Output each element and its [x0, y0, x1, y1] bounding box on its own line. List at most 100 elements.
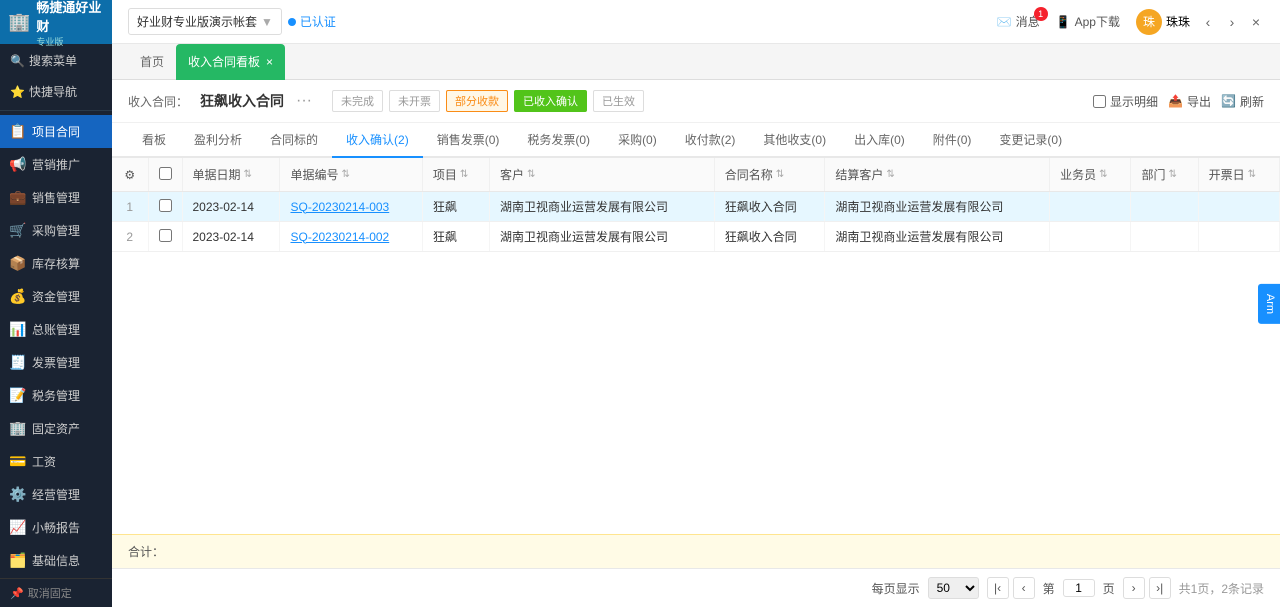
sidebar-item-sales[interactable]: 💼 销售管理 [0, 181, 112, 214]
search-menu[interactable]: 🔍 搜索菜单 [0, 44, 112, 77]
row-check[interactable] [148, 192, 182, 222]
col-project[interactable]: 项目⇅ [422, 158, 489, 192]
sidebar-item-capital[interactable]: 💰 资金管理 [0, 280, 112, 313]
per-page-label: 每页显示 [872, 580, 920, 597]
tab-subject[interactable]: 合同标的 [256, 123, 332, 158]
tab-changes[interactable]: 变更记录(0) [985, 123, 1076, 158]
sort-contract-icon: ⇅ [776, 169, 784, 180]
show-detail-input[interactable] [1093, 95, 1106, 108]
quick-nav[interactable]: ⭐ 快捷导航 [0, 77, 112, 106]
arm-button[interactable]: Arm [1258, 283, 1280, 323]
tab-attachment[interactable]: 附件(0) [919, 123, 986, 158]
table-row[interactable]: 2 2023-02-14 SQ-20230214-002 狂飙 湖南卫视商业运营… [112, 222, 1280, 252]
col-contract[interactable]: 合同名称⇅ [714, 158, 825, 192]
purchase-icon: 🛒 [10, 223, 26, 239]
prev-page-button[interactable]: ‹ [1013, 577, 1035, 599]
capital-icon: 💰 [10, 289, 26, 305]
tab-sales-invoice[interactable]: 销售发票(0) [423, 123, 514, 158]
row-result-customer: 湖南卫视商业运营发展有限公司 [825, 192, 1050, 222]
unpin-button[interactable]: 📌 取消固定 [0, 578, 112, 607]
tab-close-button[interactable]: × [266, 55, 273, 69]
sidebar-item-purchase[interactable]: 🛒 采购管理 [0, 214, 112, 247]
tab-profit[interactable]: 盈利分析 [180, 123, 256, 158]
active-tab[interactable]: 收入合同看板 × [176, 44, 285, 80]
row-check[interactable] [148, 222, 182, 252]
sidebar-item-base[interactable]: 🗂️ 基础信息 [0, 544, 112, 577]
prev-button[interactable]: ‹ [1200, 14, 1216, 30]
refresh-button[interactable]: 🔄 刷新 [1221, 93, 1264, 110]
show-detail-checkbox[interactable]: 显示明细 [1093, 93, 1158, 110]
company-selector[interactable]: 好业财专业版演示帐套 ▼ 已认证 [128, 8, 987, 35]
row-number[interactable]: SQ-20230214-003 [280, 192, 422, 222]
row-result-customer: 湖南卫视商业运营发展有限公司 [825, 222, 1050, 252]
app-download-button[interactable]: 📱 App下载 [1056, 13, 1120, 30]
sort-customer-icon: ⇅ [527, 169, 535, 180]
inventory-icon: 📦 [10, 256, 26, 272]
tab-purchase[interactable]: 采购(0) [604, 123, 671, 158]
username: 珠珠 [1166, 13, 1190, 30]
sidebar-item-label: 工资 [32, 453, 56, 470]
table-row[interactable]: 1 2023-02-14 SQ-20230214-003 狂飙 湖南卫视商业运营… [112, 192, 1280, 222]
col-result-customer[interactable]: 结算客户⇅ [825, 158, 1050, 192]
col-number[interactable]: 单据编号⇅ [280, 158, 422, 192]
next-button[interactable]: › [1224, 14, 1240, 30]
sidebar-item-label: 营销推广 [32, 156, 80, 173]
sidebar-item-hr[interactable]: 💳 工资 [0, 445, 112, 478]
tab-other[interactable]: 其他收支(0) [749, 123, 840, 158]
col-salesman[interactable]: 业务员⇅ [1050, 158, 1131, 192]
last-page-button[interactable]: ›| [1149, 577, 1171, 599]
sidebar-item-tax[interactable]: 📝 税务管理 [0, 379, 112, 412]
topbar-actions: ✉️ 消息 1 📱 App下载 珠 珠珠 [997, 9, 1190, 35]
sidebar-item-marketing[interactable]: 📢 营销推广 [0, 148, 112, 181]
more-button[interactable]: ··· [296, 92, 312, 110]
sort-date-icon: ⇅ [244, 169, 252, 180]
sidebar-item-label: 项目合同 [32, 123, 80, 140]
col-customer[interactable]: 客户⇅ [489, 158, 714, 192]
sort-result-icon: ⇅ [886, 169, 894, 180]
select-all-checkbox[interactable] [159, 167, 172, 180]
col-date[interactable]: 单据日期⇅ [182, 158, 280, 192]
tab-payment[interactable]: 收付款(2) [671, 123, 750, 158]
base-icon: 🗂️ [10, 553, 26, 569]
sidebar-item-general[interactable]: 📊 总账管理 [0, 313, 112, 346]
sidebar-item-label: 资金管理 [32, 288, 80, 305]
project-icon: 📋 [10, 124, 26, 140]
sidebar-item-ops[interactable]: ⚙️ 经营管理 [0, 478, 112, 511]
home-tab[interactable]: 首页 [128, 44, 176, 80]
close-window-button[interactable]: × [1248, 14, 1264, 30]
export-button[interactable]: 📤 导出 [1168, 93, 1211, 110]
tab-kanban[interactable]: 看板 [128, 123, 180, 158]
status-incomplete[interactable]: 未完成 [332, 90, 383, 112]
col-check[interactable] [148, 158, 182, 192]
sidebar-item-inventory[interactable]: 📦 库存核算 [0, 247, 112, 280]
tab-warehouse[interactable]: 出入库(0) [840, 123, 919, 158]
next-page-button[interactable]: › [1123, 577, 1145, 599]
sort-dept-icon: ⇅ [1169, 169, 1177, 180]
tab-tax-invoice[interactable]: 税务发票(0) [513, 123, 604, 158]
status-partial[interactable]: 部分收款 [446, 90, 508, 112]
header-right-actions: 显示明细 📤 导出 🔄 刷新 [1093, 93, 1264, 110]
row-opendate [1198, 222, 1279, 252]
status-confirmed[interactable]: 已收入确认 [514, 90, 587, 112]
company-name[interactable]: 好业财专业版演示帐套 ▼ [128, 8, 282, 35]
page-input[interactable] [1063, 579, 1095, 597]
col-opendate[interactable]: 开票日⇅ [1198, 158, 1279, 192]
sidebar-item-project[interactable]: 📋 项目合同 [0, 115, 112, 148]
sidebar-item-assets[interactable]: 🏢 固定资产 [0, 412, 112, 445]
logo-icon: 🏢 [8, 12, 30, 33]
status-effective[interactable]: 已生效 [593, 90, 644, 112]
page-size-select[interactable]: 50 20 100 [928, 577, 979, 599]
status-noinvoice[interactable]: 未开票 [389, 90, 440, 112]
tab-revenue-confirm[interactable]: 收入确认(2) [332, 123, 423, 158]
col-dept[interactable]: 部门⇅ [1131, 158, 1198, 192]
message-button[interactable]: ✉️ 消息 1 [997, 13, 1040, 30]
sidebar-item-invoice[interactable]: 🧾 发票管理 [0, 346, 112, 379]
main-area: 好业财专业版演示帐套 ▼ 已认证 ✉️ 消息 1 📱 App下载 珠 珠珠 [112, 0, 1280, 607]
user-menu[interactable]: 珠 珠珠 [1136, 9, 1190, 35]
first-page-button[interactable]: |‹ [987, 577, 1009, 599]
row-number[interactable]: SQ-20230214-002 [280, 222, 422, 252]
sidebar-item-reports[interactable]: 📈 小畅报告 [0, 511, 112, 544]
col-settings[interactable]: ⚙ [112, 158, 148, 192]
refresh-icon: 🔄 [1221, 94, 1236, 108]
nav-icon: ⭐ [10, 85, 25, 99]
